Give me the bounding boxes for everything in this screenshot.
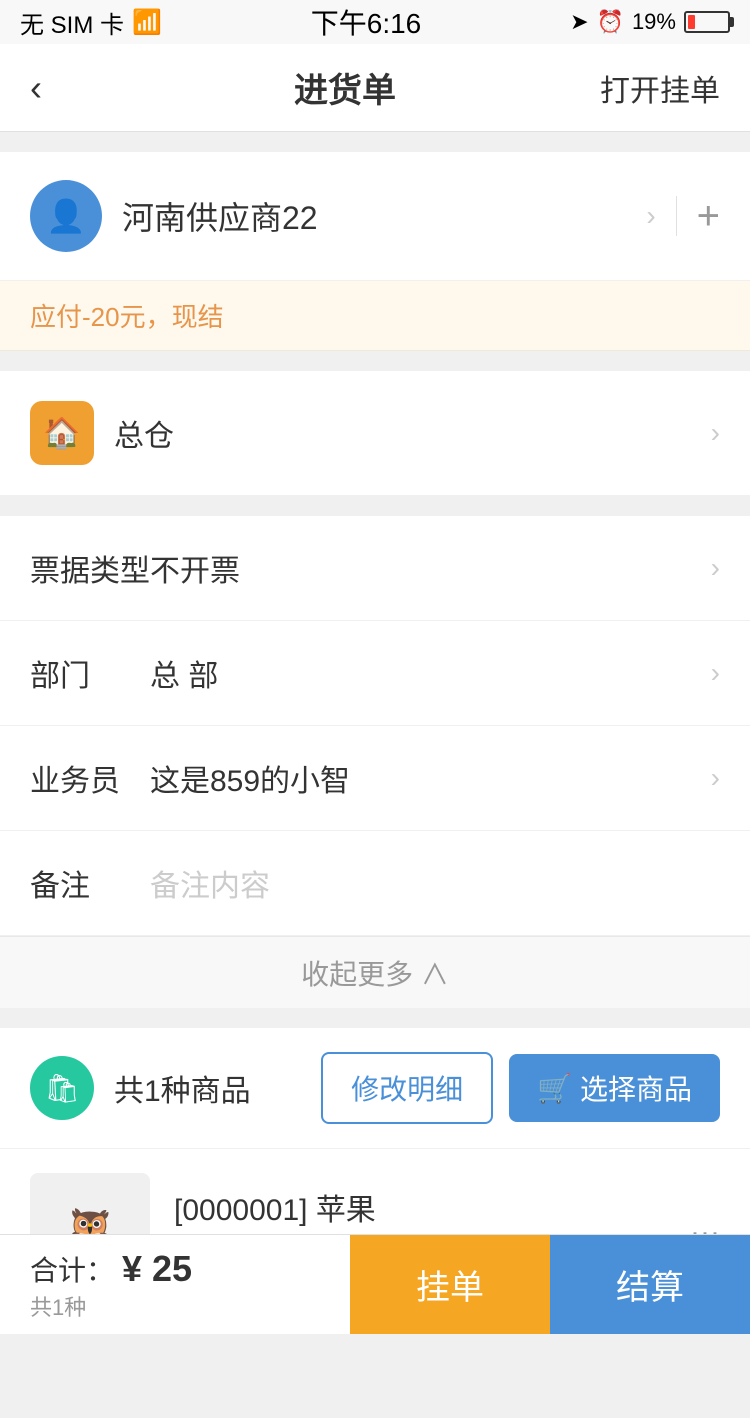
supplier-avatar: 👤: [30, 180, 102, 252]
department-row[interactable]: 部门 总 部 ›: [0, 621, 750, 726]
select-product-label: 选择商品: [580, 1068, 692, 1108]
warehouse-name: 总仓: [114, 411, 711, 455]
wifi-icon: 📶: [132, 8, 162, 37]
collapse-bar[interactable]: 收起更多 ∧: [0, 936, 750, 1008]
avatar-icon: 👤: [46, 197, 86, 235]
add-supplier-button[interactable]: +: [697, 194, 720, 239]
product-section-icon: 🛍: [30, 1056, 94, 1120]
salesperson-chevron: ›: [711, 762, 720, 794]
warehouse-icon: 🏠: [30, 401, 94, 465]
remark-input[interactable]: 备注内容: [150, 861, 720, 905]
warehouse-row[interactable]: 🏠 总仓 ›: [0, 371, 750, 496]
section-gap-1: [0, 132, 750, 152]
salesperson-label: 业务员: [30, 756, 150, 800]
supplier-row[interactable]: 👤 河南供应商22 › +: [0, 152, 750, 281]
warehouse-chevron-icon: ›: [711, 417, 720, 449]
status-time: 下午6:16: [311, 2, 422, 42]
product-code: [0000001]: [174, 1194, 307, 1227]
product-header: 🛍 共1种商品 修改明细 🛒 选择商品: [0, 1028, 750, 1149]
section-gap-2: [0, 351, 750, 371]
supplier-name: 河南供应商22: [122, 193, 646, 239]
invoice-type-chevron: ›: [711, 552, 720, 584]
section-gap-3: [0, 496, 750, 516]
battery-icon: [684, 11, 730, 33]
product-count-label: 共1种商品: [114, 1066, 321, 1110]
select-product-button[interactable]: 🛒 选择商品: [509, 1054, 720, 1122]
department-chevron: ›: [711, 657, 720, 689]
invoice-type-label: 票据类型: [30, 546, 150, 590]
alarm-icon: ⏰: [597, 9, 624, 35]
page-title: 进货单: [294, 63, 396, 112]
open-hang-button[interactable]: 打开挂单: [600, 66, 720, 110]
salesperson-value: 这是859的小智: [150, 756, 711, 800]
salesperson-row[interactable]: 业务员 这是859的小智 ›: [0, 726, 750, 831]
form-section: 票据类型 不开票 › 部门 总 部 › 业务员 这是859的小智 › 备注 备注…: [0, 516, 750, 936]
footer-total: 合计： ¥ 25 共1种: [0, 1235, 350, 1334]
supplier-chevron-icon: ›: [646, 200, 655, 232]
alert-text: 应付-20元，现结: [30, 302, 224, 332]
settle-button[interactable]: 结算: [550, 1235, 750, 1334]
back-button[interactable]: ‹: [30, 67, 90, 109]
total-amount: ¥ 25: [122, 1248, 192, 1290]
nav-bar: ‹ 进货单 打开挂单: [0, 44, 750, 132]
invoice-type-row[interactable]: 票据类型 不开票 ›: [0, 516, 750, 621]
warehouse-section: 🏠 总仓 ›: [0, 371, 750, 496]
carrier-label: 无 SIM 卡: [20, 5, 124, 40]
edit-detail-button[interactable]: 修改明细: [321, 1052, 493, 1124]
status-bar: 无 SIM 卡 📶 下午6:16 ➤ ⏰ 19%: [0, 0, 750, 44]
status-left: 无 SIM 卡 📶: [20, 5, 162, 40]
bottom-footer: 合计： ¥ 25 共1种 挂单 结算: [0, 1234, 750, 1334]
collapse-label: 收起更多 ∧: [301, 953, 449, 993]
invoice-type-value: 不开票: [150, 546, 711, 590]
product-title: 苹果: [316, 1194, 376, 1227]
remark-row[interactable]: 备注 备注内容: [0, 831, 750, 936]
alert-bar: 应付-20元，现结: [0, 281, 750, 351]
total-label-text: 合计：: [30, 1249, 114, 1289]
department-label: 部门: [30, 651, 150, 695]
supplier-section: 👤 河南供应商22 › + 应付-20元，现结: [0, 152, 750, 351]
bag-icon: 🛍: [44, 1072, 80, 1105]
status-right: ➤ ⏰ 19%: [570, 9, 730, 35]
battery-percent: 19%: [632, 9, 676, 35]
location-icon: ➤: [570, 9, 588, 35]
footer-total-label: 合计： ¥ 25: [30, 1248, 320, 1290]
hang-order-button[interactable]: 挂单: [350, 1235, 550, 1334]
section-gap-4: [0, 1008, 750, 1028]
department-value: 总 部: [150, 651, 711, 695]
footer-sub-label: 共1种: [30, 1290, 320, 1322]
product-name: [0000001] 苹果: [174, 1185, 690, 1229]
cart-icon: 🛒: [537, 1072, 572, 1105]
remark-label: 备注: [30, 861, 150, 905]
divider: [676, 196, 677, 236]
